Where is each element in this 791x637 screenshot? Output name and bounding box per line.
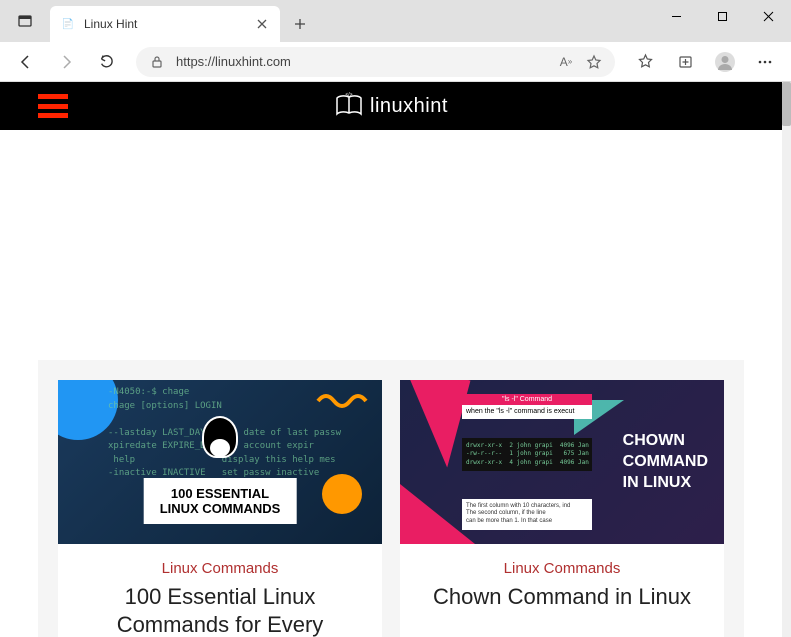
- back-button[interactable]: [8, 46, 44, 78]
- site-header: </> linuxhint: [0, 82, 782, 130]
- window-maximize-button[interactable]: [699, 0, 745, 32]
- address-bar[interactable]: https://linuxhint.com A»: [136, 47, 615, 77]
- tab-title: Linux Hint: [84, 17, 246, 31]
- article-title[interactable]: Chown Command in Linux: [412, 583, 712, 611]
- thumb-code-block: drwxr-xr-x 2 john grapi 4096 Jan -rw-r--…: [462, 438, 592, 471]
- thumb-panel: The first column with 10 characters, ind…: [462, 499, 592, 530]
- vertical-scrollbar[interactable]: [782, 82, 791, 637]
- logo-text: linuxhint: [370, 95, 448, 118]
- hamburger-menu-button[interactable]: [38, 94, 68, 118]
- article-card[interactable]: -N4050:-$ chage chage [options] LOGIN --…: [58, 380, 382, 637]
- article-thumbnail: "ls -l" Command when the "ls -l" command…: [400, 380, 724, 544]
- forward-button[interactable]: [48, 46, 84, 78]
- more-menu-button[interactable]: [747, 46, 783, 78]
- article-title[interactable]: 100 Essential Linux Commands for Every: [70, 583, 370, 637]
- article-card[interactable]: "ls -l" Command when the "ls -l" command…: [400, 380, 724, 637]
- tab-actions-button[interactable]: [0, 0, 50, 42]
- svg-text:</>: </>: [345, 92, 352, 98]
- new-tab-button[interactable]: [286, 10, 314, 38]
- logo-book-icon: </>: [334, 91, 364, 121]
- article-category[interactable]: Linux Commands: [70, 560, 370, 577]
- article-thumbnail: -N4050:-$ chage chage [options] LOGIN --…: [58, 380, 382, 544]
- reader-mode-icon[interactable]: A»: [557, 53, 575, 71]
- collections-icon[interactable]: [667, 46, 703, 78]
- favorites-icon[interactable]: [627, 46, 663, 78]
- page-viewport: </> linuxhint -N4050:-$ chage chage [opt…: [0, 82, 791, 637]
- favorite-star-icon[interactable]: [585, 53, 603, 71]
- url-text: https://linuxhint.com: [176, 54, 547, 69]
- scrollbar-thumb[interactable]: [782, 82, 791, 126]
- browser-tab[interactable]: 📄 Linux Hint: [50, 6, 280, 42]
- window-minimize-button[interactable]: [653, 0, 699, 32]
- thumb-banner: 100 ESSENTIAL LINUX COMMANDS: [144, 478, 297, 524]
- tab-favicon-icon: 📄: [60, 16, 76, 32]
- tux-penguin-icon: [202, 416, 238, 458]
- refresh-button[interactable]: [88, 46, 124, 78]
- profile-avatar-icon[interactable]: [707, 46, 743, 78]
- tab-close-button[interactable]: [254, 16, 270, 32]
- browser-toolbar: https://linuxhint.com A»: [0, 42, 791, 82]
- window-close-button[interactable]: [745, 0, 791, 32]
- thumb-title: CHOWN COMMAND IN LINUX: [623, 431, 708, 493]
- article-grid: -N4050:-$ chage chage [options] LOGIN --…: [38, 360, 744, 637]
- thumb-panel: "ls -l" Command when the "ls -l" command…: [462, 394, 592, 419]
- site-info-lock-icon[interactable]: [148, 53, 166, 71]
- browser-titlebar: 📄 Linux Hint: [0, 0, 791, 42]
- article-category[interactable]: Linux Commands: [412, 560, 712, 577]
- site-logo[interactable]: </> linuxhint: [334, 91, 448, 121]
